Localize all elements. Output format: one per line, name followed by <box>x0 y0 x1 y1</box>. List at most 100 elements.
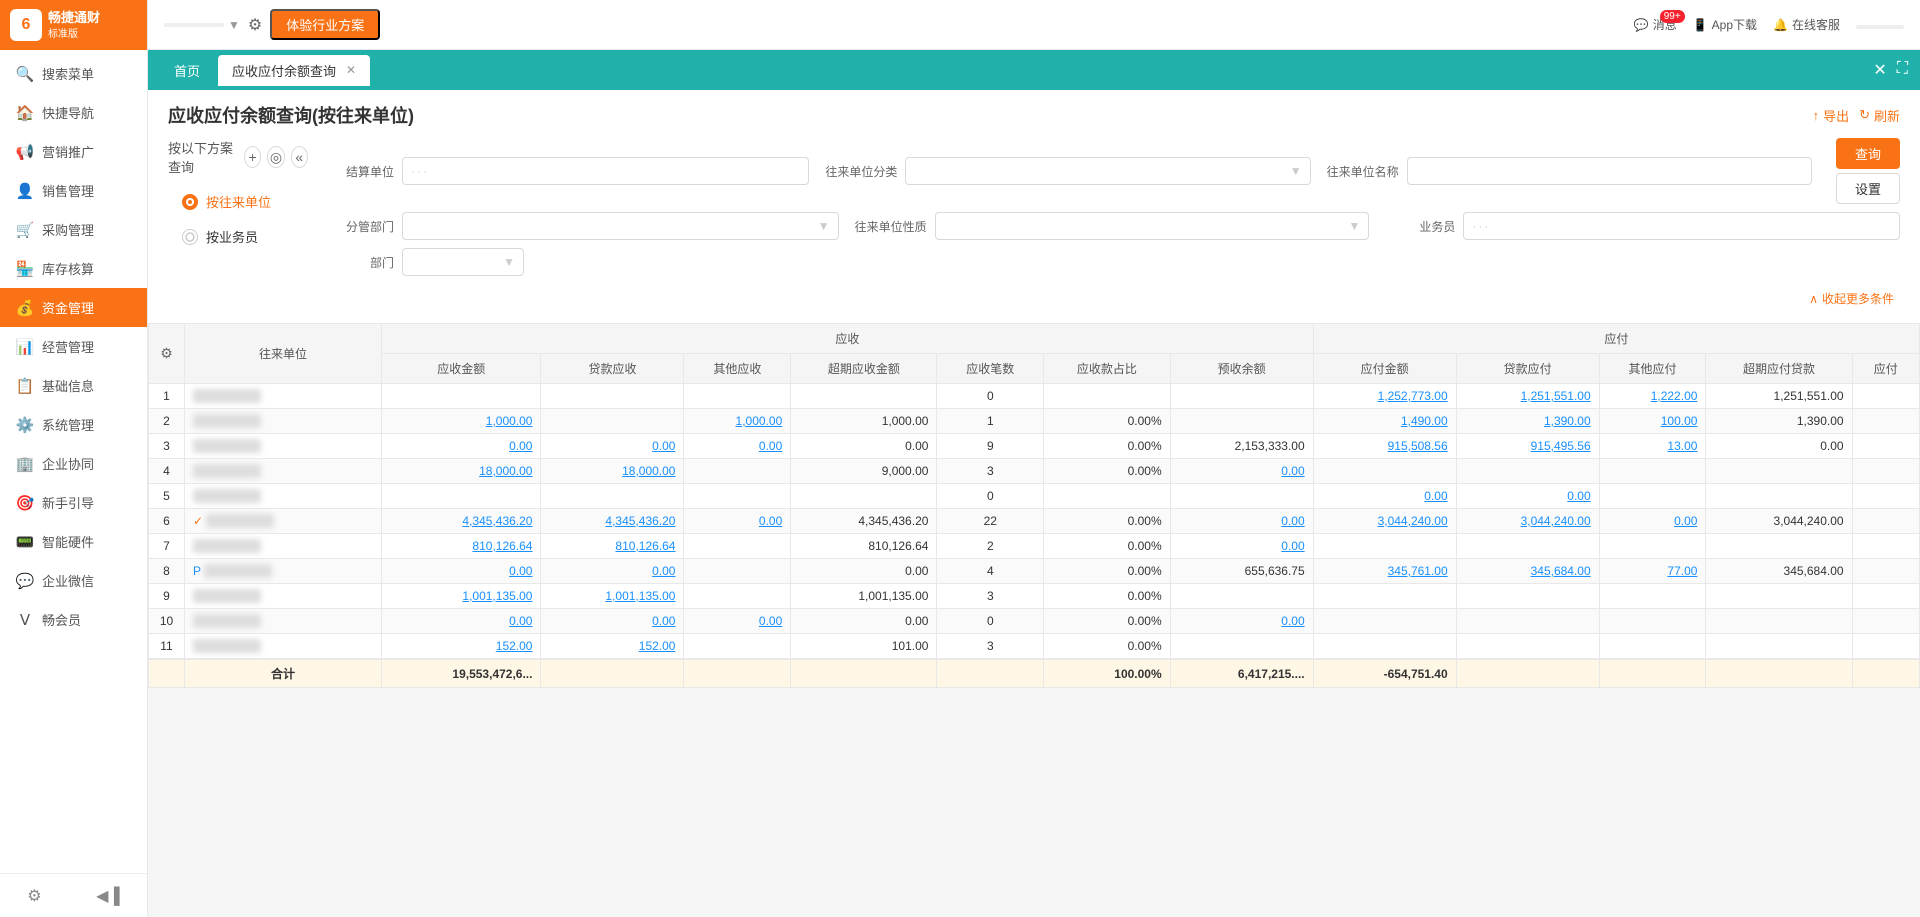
export-icon: ↑ <box>1813 108 1820 123</box>
inventory-icon: 🏪 <box>16 260 34 278</box>
online-service-button[interactable]: 🔔 在线客服 <box>1773 16 1840 33</box>
col-other-ap: 其他应付 <box>1599 354 1706 384</box>
logo-icon: 6 <box>10 9 42 41</box>
tab-close-icon[interactable]: ✕ <box>346 63 356 77</box>
dept-manage-arrow: ▼ <box>818 219 830 233</box>
setting-button[interactable]: 设置 <box>1836 173 1900 204</box>
sidebar-settings-btn[interactable]: ⚙ <box>27 886 41 906</box>
table-row: 8 P ████████ 0.00 0.00 0.00 4 0.00% 655,… <box>149 559 1920 584</box>
sidebar-item-quick-nav[interactable]: 🏠快捷导航 <box>0 93 147 132</box>
col-group-ap: 应付 <box>1313 324 1919 354</box>
tab-bar-close-icon[interactable]: ✕ <box>1873 60 1886 80</box>
tab-home[interactable]: 首页 <box>160 55 214 86</box>
sidebar-item-purchase[interactable]: 🛒采购管理 <box>0 210 147 249</box>
tab-ar-ap[interactable]: 应收应付余额查询 ✕ <box>218 55 370 86</box>
table-row: 11 ████████ 152.00 152.00 101.00 3 0.00% <box>149 634 1920 660</box>
app-download-button[interactable]: 📱 App下载 <box>1693 16 1757 33</box>
sidebar-nav: 🔍搜索菜单 🏠快捷导航 📢营销推广 👤销售管理 🛒采购管理 🏪库存核算 💰资金管… <box>0 50 147 873</box>
sidebar-item-guide[interactable]: 🎯新手引导 <box>0 483 147 522</box>
table-row: 2 ████████ 1,000.00 1,000.00 1,000.00 1 … <box>149 409 1920 434</box>
member-icon: Ⅴ <box>16 611 34 629</box>
guide-icon: 🎯 <box>16 494 34 512</box>
col-ap-amt: 应付金额 <box>1313 354 1456 384</box>
wechat-icon: 💬 <box>16 572 34 590</box>
table-row: 4 ████████ 18,000.00 18,000.00 9,000.00 … <box>149 459 1920 484</box>
main-area: ▼ ⚙ 体验行业方案 💬 消息 99+ 📱 App下载 🔔 在线客服 <box>148 0 1920 917</box>
topbar: ▼ ⚙ 体验行业方案 💬 消息 99+ 📱 App下载 🔔 在线客服 <box>148 0 1920 50</box>
table-row: 5 ████████ 0 0.00 0.00 <box>149 484 1920 509</box>
col-loan-ap: 贷款应付 <box>1456 354 1599 384</box>
filter-field-dept-manage: 分管部门 ▼ <box>324 212 839 240</box>
col-other-ar: 其他应收 <box>684 354 791 384</box>
sidebar-bottom: ⚙ ◀▐ <box>0 873 147 917</box>
table-row: 7 ████████ 810,126.64 810,126.64 810,126… <box>149 534 1920 559</box>
sidebar-item-sales[interactable]: 👤销售管理 <box>0 171 147 210</box>
partner-nature-input[interactable]: ▼ <box>935 212 1370 240</box>
sidebar-item-management[interactable]: 📊经营管理 <box>0 327 147 366</box>
filter-collapse-left-button[interactable]: « <box>291 146 308 168</box>
partner-name-input[interactable] <box>1407 157 1812 185</box>
user-display[interactable] <box>1856 18 1904 32</box>
tab-bar-expand-icon[interactable]: ⛶ <box>1897 60 1908 80</box>
refresh-button[interactable]: ↻ 刷新 <box>1859 106 1900 125</box>
breadcrumb: ▼ <box>164 18 240 32</box>
table-footer: 合计 19,553,472,6... 100.00% 6,417,215....… <box>149 659 1920 688</box>
sidebar-item-wechat[interactable]: 💬企业微信 <box>0 561 147 600</box>
sidebar-item-member[interactable]: Ⅴ畅会员 <box>0 600 147 639</box>
data-table: ⚙ 往来单位 应收 应付 应收金额 贷款应收 其他应收 超期应收金额 应收笔数 … <box>148 323 1920 688</box>
partner-category-input[interactable]: ▼ <box>905 157 1310 185</box>
col-overdue-ap: 超期应付贷款 <box>1706 354 1852 384</box>
col-header-partner: 往来单位 <box>185 324 382 384</box>
promo-button[interactable]: 体验行业方案 <box>270 9 380 40</box>
download-icon: 📱 <box>1693 18 1708 32</box>
search-menu-icon: 🔍 <box>16 65 34 83</box>
sidebar-item-basic-info[interactable]: 📋基础信息 <box>0 366 147 405</box>
query-button[interactable]: 查询 <box>1836 138 1900 169</box>
sidebar-collapse-btn[interactable]: ◀▐ <box>96 886 120 906</box>
logo-line1: 畅捷通财 <box>48 10 100 26</box>
page-header: 应收应付余额查询(按往来单位) ↑ 导出 ↻ 刷新 <box>148 90 1920 128</box>
dept-arrow: ▼ <box>503 255 515 269</box>
message-icon: 💬 <box>1634 18 1649 32</box>
message-button[interactable]: 💬 消息 99+ <box>1634 16 1677 33</box>
col-ar-ratio: 应收款占比 <box>1044 354 1170 384</box>
table-row: 1 ████████ 0 1,252,773.00 1,251,551.00 1… <box>149 384 1920 409</box>
col-ap-extra: 应付 <box>1852 354 1919 384</box>
sidebar-item-enterprise[interactable]: 🏢企业协同 <box>0 444 147 483</box>
sidebar-item-marketing[interactable]: 📢营销推广 <box>0 132 147 171</box>
filter-field-partner-category: 往来单位分类 ▼ <box>825 138 1310 204</box>
filter-by-partner[interactable]: 按往来单位 <box>168 184 308 219</box>
refresh-icon: ↻ <box>1859 107 1870 123</box>
collapse-more-btn[interactable]: ∧ 收起更多条件 <box>1803 284 1900 313</box>
table-settings-icon[interactable]: ⚙ <box>160 345 173 361</box>
sidebar: 6 畅捷通财 标准版 🔍搜索菜单 🏠快捷导航 📢营销推广 👤销售管理 🛒采购管理… <box>0 0 148 917</box>
sidebar-item-search-menu[interactable]: 🔍搜索菜单 <box>0 54 147 93</box>
dept-manage-input[interactable]: ▼ <box>402 212 839 240</box>
filter-add-button[interactable]: + <box>244 146 261 168</box>
col-group-ar: 应收 <box>382 324 1314 354</box>
sidebar-item-system[interactable]: ⚙️系统管理 <box>0 405 147 444</box>
col-overdue-ar: 超期应收金额 <box>791 354 937 384</box>
filter-settings-button[interactable]: ◎ <box>267 146 284 168</box>
basic-info-icon: 📋 <box>16 377 34 395</box>
finance-icon: 💰 <box>16 299 34 317</box>
logo-line2: 标准版 <box>48 25 100 40</box>
settlement-unit-input[interactable]: ··· <box>402 157 809 185</box>
dept-input[interactable]: ▼ <box>402 248 524 276</box>
filter-by-salesman[interactable]: 按业务员 <box>168 219 308 254</box>
export-button[interactable]: ↑ 导出 <box>1813 106 1850 125</box>
purchase-icon: 🛒 <box>16 221 34 239</box>
filter-field-salesman: 业务员 ··· <box>1385 212 1900 240</box>
col-prepay: 预收余额 <box>1170 354 1313 384</box>
sidebar-item-inventory[interactable]: 🏪库存核算 <box>0 249 147 288</box>
col-header-gear[interactable]: ⚙ <box>149 324 185 384</box>
enterprise-icon: 🏢 <box>16 455 34 473</box>
sidebar-item-finance[interactable]: 💰资金管理 <box>0 288 147 327</box>
salesman-input[interactable]: ··· <box>1463 212 1900 240</box>
sidebar-item-hardware[interactable]: 📟智能硬件 <box>0 522 147 561</box>
topbar-gear-icon[interactable]: ⚙ <box>248 15 262 35</box>
filter-scheme-label: 按以下方案查询 <box>168 138 238 176</box>
home-icon: 🏠 <box>16 104 34 122</box>
page-title: 应收应付余额查询(按往来单位) <box>168 102 414 128</box>
col-loan-ar: 贷款应收 <box>541 354 684 384</box>
